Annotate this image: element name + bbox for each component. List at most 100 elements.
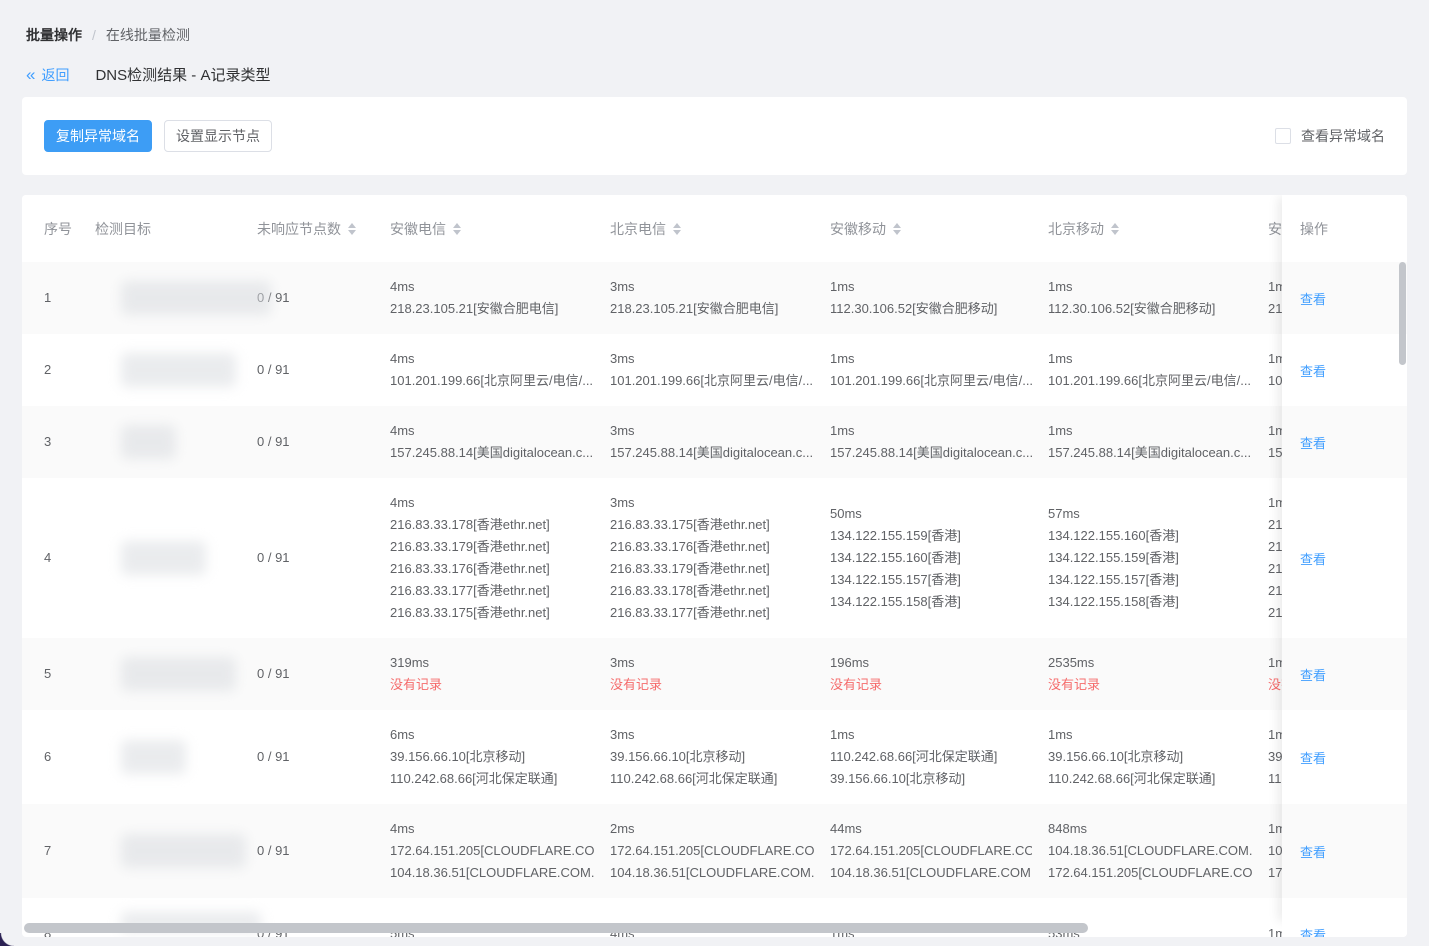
column-label: 未响应节点数 bbox=[257, 220, 341, 237]
dns-record: 104.18.36.51[CLOUDFLARE.COM... bbox=[610, 865, 814, 880]
view-link[interactable]: 查看 bbox=[1300, 549, 1326, 568]
table-scroll-viewport[interactable]: 序号检测目标未响应节点数安徽电信北京电信安徽移动北京移动安徽联通 10 / 91… bbox=[22, 195, 1407, 937]
no-record-text: 没有记录 bbox=[390, 677, 443, 692]
dns-record: 134.122.155.157[香港] bbox=[1048, 572, 1179, 587]
result-cell-beijing_mobile: 2535ms 没有记录 bbox=[1048, 638, 1268, 710]
latency-value: 1ms bbox=[1048, 423, 1073, 438]
result-cell-beijing_telecom: 3ms 157.245.88.14[美国digitalocean.c... bbox=[610, 406, 830, 478]
action-cell: 查看 bbox=[1282, 710, 1407, 804]
double-chevron-left-icon[interactable]: « bbox=[26, 66, 35, 83]
latency-value: 50ms bbox=[830, 506, 862, 521]
breadcrumb-current: 在线批量检测 bbox=[105, 27, 190, 43]
back-link[interactable]: 返回 bbox=[41, 65, 69, 85]
result-cell-beijing_mobile: 57ms 134.122.155.160[香港] 134.122.155.159[香… bbox=[1048, 478, 1268, 638]
dns-record: 157.245.88.14[美国digitalocean.c... bbox=[1048, 445, 1252, 460]
result-cell-beijing_mobile: 1ms 112.30.106.52[安徽合肥移动] bbox=[1048, 262, 1268, 334]
dns-record: 39.156.66.10[北京移动] bbox=[1048, 749, 1184, 764]
sort-carets-icon[interactable] bbox=[1111, 222, 1119, 235]
dns-record: 110.242.68.66[河北保定联通] bbox=[610, 771, 778, 786]
redacted-target bbox=[121, 657, 236, 691]
set-display-nodes-button[interactable]: 设置显示节点 bbox=[164, 120, 272, 152]
view-link[interactable]: 查看 bbox=[1300, 925, 1326, 938]
view-link[interactable]: 查看 bbox=[1300, 433, 1326, 452]
result-cell-anhui_mobile: 44ms 172.64.151.205[CLOUDFLARE.CO... 104.1… bbox=[830, 804, 1048, 898]
horizontal-scrollbar-thumb[interactable] bbox=[24, 923, 1088, 933]
dns-record: 216.83.33.179[香港ethr.net] bbox=[610, 561, 770, 576]
view-abnormal-checkbox[interactable] bbox=[1275, 128, 1291, 144]
dns-record: 134.122.155.158[香港] bbox=[830, 594, 961, 609]
column-label: 操作 bbox=[1300, 220, 1328, 237]
unresponsive-cell-value: 0 / 91 bbox=[257, 749, 290, 764]
sort-ascending-icon bbox=[1111, 222, 1119, 228]
dns-record: 110.242.68.66[河北保定联通] bbox=[390, 771, 558, 786]
column-header-anhui_telecom[interactable]: 安徽电信 bbox=[390, 195, 610, 262]
result-cell-anhui_mobile: 1ms 112.30.106.52[安徽合肥移动] bbox=[830, 262, 1048, 334]
sort-carets-icon[interactable] bbox=[673, 222, 681, 235]
target-cell bbox=[95, 710, 257, 804]
latency-value: 319ms bbox=[390, 655, 430, 670]
dns-record: 172.64.151.205[CLOUDFLARE.CO... bbox=[610, 843, 814, 858]
breadcrumb-separator: / bbox=[92, 27, 96, 43]
column-header-beijing_telecom[interactable]: 北京电信 bbox=[610, 195, 830, 262]
result-cell-beijing_telecom: 3ms 没有记录 bbox=[610, 638, 830, 710]
view-link[interactable]: 查看 bbox=[1300, 842, 1326, 861]
result-cell-anhui_telecom: 4ms 172.64.151.205[CLOUDFLARE.CO... 104.18… bbox=[390, 804, 610, 898]
vertical-scrollbar-thumb[interactable] bbox=[1399, 262, 1406, 365]
sort-carets-icon[interactable] bbox=[348, 222, 356, 235]
column-header-seq: 序号 bbox=[22, 195, 95, 262]
column-header-anhui_mobile[interactable]: 安徽移动 bbox=[830, 195, 1048, 262]
no-record-text: 没有记录 bbox=[830, 677, 883, 692]
action-cell: 查看 bbox=[1282, 406, 1407, 478]
result-cell-beijing_telecom: 2ms 172.64.151.205[CLOUDFLARE.CO... 104.18… bbox=[610, 804, 830, 898]
copy-abnormal-domains-button[interactable]: 复制异常域名 bbox=[44, 120, 152, 152]
column-label: 北京移动 bbox=[1048, 220, 1104, 237]
dns-record: 172.64.151.205[CLOUDFLARE.CO... bbox=[390, 843, 594, 858]
view-link[interactable]: 查看 bbox=[1300, 289, 1326, 308]
redacted-target bbox=[121, 740, 186, 774]
seq-cell: 3 bbox=[22, 406, 95, 478]
sort-descending-icon bbox=[893, 229, 901, 235]
sort-ascending-icon bbox=[673, 222, 681, 228]
dns-record: 216.83.33.178[香港ethr.net] bbox=[610, 583, 770, 598]
latency-value: 1ms bbox=[830, 727, 855, 742]
column-header-target: 检测目标 bbox=[95, 195, 257, 262]
target-cell bbox=[95, 406, 257, 478]
sort-carets-icon[interactable] bbox=[893, 222, 901, 235]
breadcrumb-section[interactable]: 批量操作 bbox=[26, 25, 82, 45]
result-cell-beijing_mobile: 848ms 104.18.36.51[CLOUDFLARE.COM... 172.6… bbox=[1048, 804, 1268, 898]
dns-record: 39.156.66.10[北京移动] bbox=[390, 749, 526, 764]
dns-record: 134.122.155.160[香港] bbox=[1048, 528, 1179, 543]
view-link[interactable]: 查看 bbox=[1300, 665, 1326, 684]
dns-record: 134.122.155.159[香港] bbox=[1048, 550, 1179, 565]
dns-record: 216.83.33.176[香港ethr.net] bbox=[390, 561, 550, 576]
breadcrumb: 批量操作 / 在线批量检测 bbox=[26, 25, 190, 45]
table-row: 3 0 / 91 4ms 157.245.88.14[美国digitalocean.c… bbox=[22, 406, 1407, 478]
latency-value: 4ms bbox=[390, 423, 415, 438]
action-cell: 查看 bbox=[1282, 262, 1407, 334]
latency-value: 1ms bbox=[830, 351, 855, 366]
column-header-unresponsive[interactable]: 未响应节点数 bbox=[257, 195, 390, 262]
result-cell-anhui_mobile: 1ms 110.242.68.66[河北保定联通] 39.156.66.10[北京移… bbox=[830, 710, 1048, 804]
target-cell bbox=[95, 478, 257, 638]
dns-record: 104.18.36.51[CLOUDFLARE.COM... bbox=[390, 865, 594, 880]
dns-record: 216.83.33.175[香港ethr.net] bbox=[390, 605, 550, 620]
result-cell-anhui_telecom: 4ms 101.201.199.66[北京阿里云/电信/... bbox=[390, 334, 610, 406]
redacted-target bbox=[121, 834, 246, 868]
sort-carets-icon[interactable] bbox=[453, 222, 461, 235]
dns-record: 216.83.33.176[香港ethr.net] bbox=[610, 539, 770, 554]
target-domain: google.com bbox=[131, 934, 241, 937]
view-link[interactable]: 查看 bbox=[1300, 361, 1326, 380]
dns-record: 216.83.33.175[香港ethr.net] bbox=[610, 517, 770, 532]
latency-value: 1ms bbox=[1048, 351, 1073, 366]
target-cell bbox=[95, 804, 257, 898]
redacted-target bbox=[121, 353, 236, 387]
column-header-beijing_mobile[interactable]: 北京移动 bbox=[1048, 195, 1268, 262]
view-link[interactable]: 查看 bbox=[1300, 748, 1326, 767]
seq-cell: 6 bbox=[22, 710, 95, 804]
action-cell: 查看 bbox=[1282, 898, 1407, 937]
seq-cell: 7 bbox=[22, 804, 95, 898]
action-cell: 查看 bbox=[1282, 478, 1407, 638]
table-body: 1 0 / 91 4ms 218.23.105.21[安徽合肥电信] 3ms 218.23… bbox=[22, 262, 1407, 937]
latency-value: 4ms bbox=[390, 495, 415, 510]
dns-record: 134.122.155.160[香港] bbox=[830, 550, 961, 565]
